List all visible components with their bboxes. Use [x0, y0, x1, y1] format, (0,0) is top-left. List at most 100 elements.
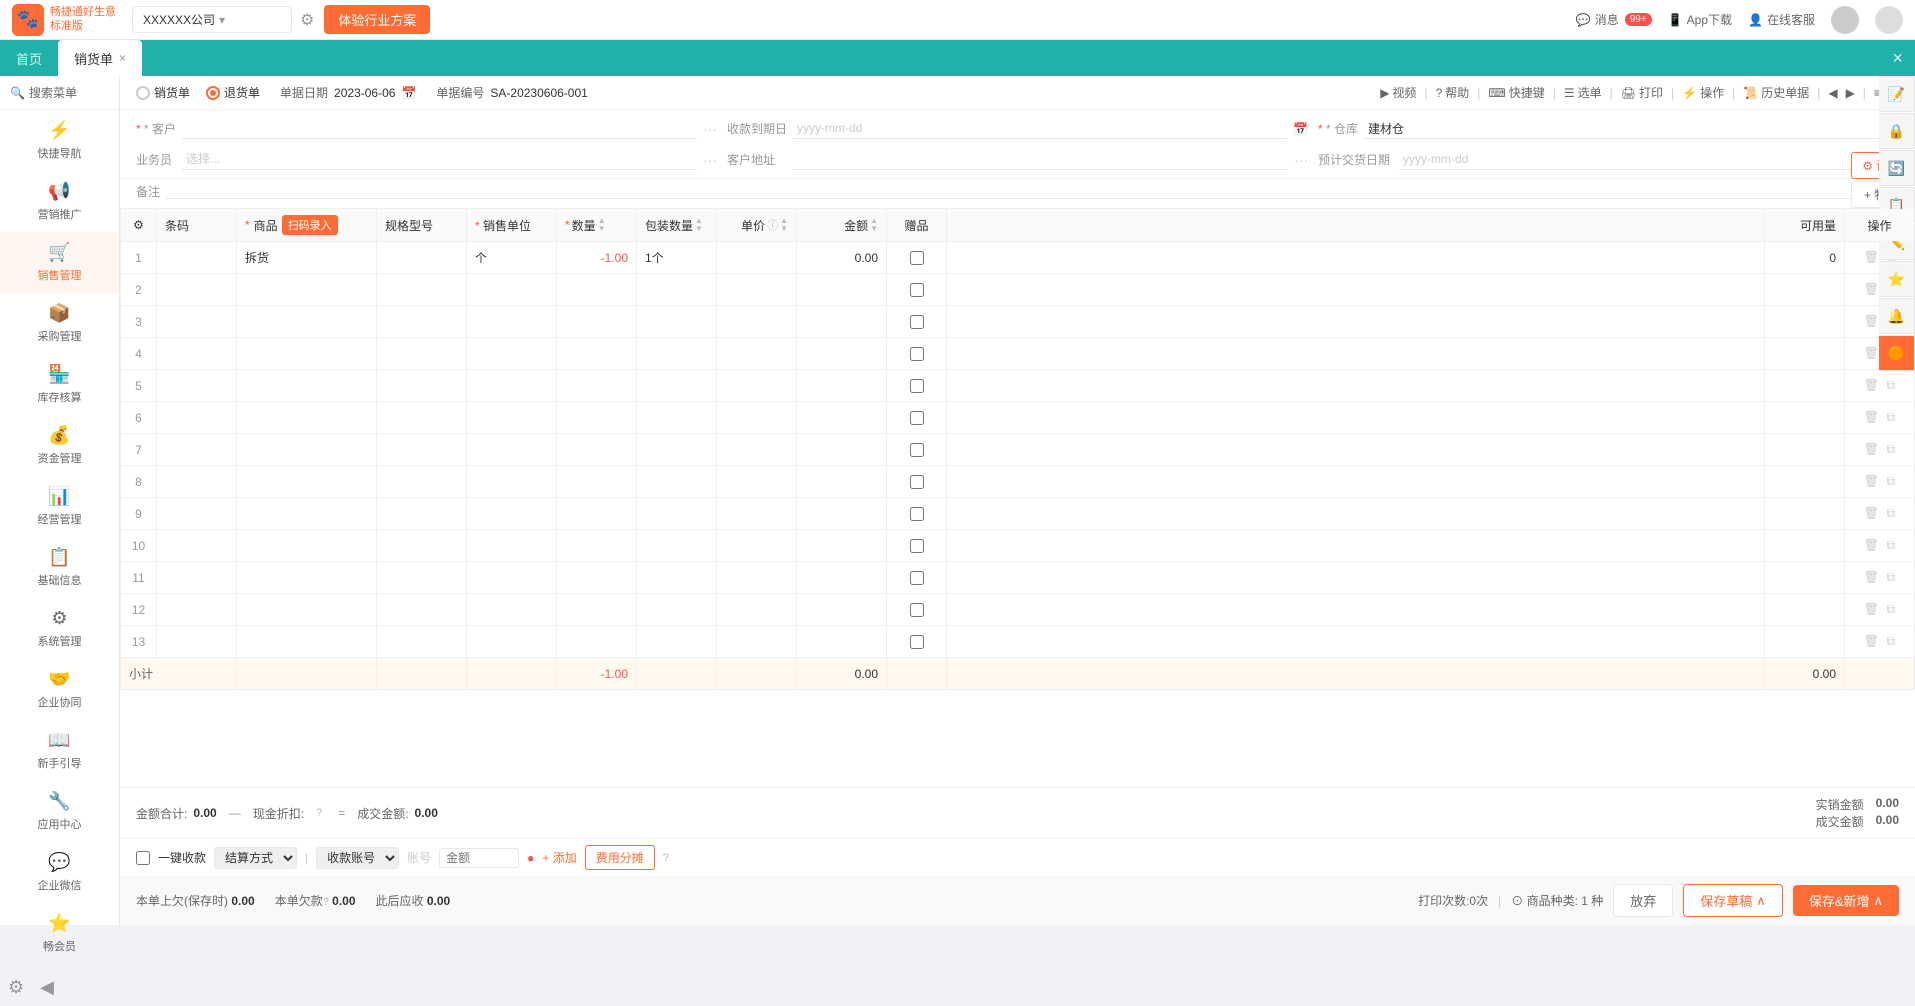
- sidebar-item-wechat[interactable]: 💬 企业微信: [0, 842, 119, 903]
- cell-gift-2[interactable]: [887, 306, 947, 338]
- cell-amount-11[interactable]: [797, 594, 887, 626]
- app-download-button[interactable]: 📱 App下载: [1668, 11, 1732, 28]
- salesman-more-button[interactable]: ···: [703, 152, 717, 168]
- sidebar-item-member[interactable]: ⭐ 畅会员: [0, 903, 119, 964]
- avatar[interactable]: [1831, 6, 1859, 34]
- cell-gift-8[interactable]: [887, 498, 947, 530]
- cell-unit-1[interactable]: [467, 274, 557, 306]
- price-help-icon[interactable]: ⓘ: [767, 217, 778, 233]
- cell-price-1[interactable]: [717, 274, 797, 306]
- cell-spec-3[interactable]: [377, 338, 467, 370]
- sidebar-item-app-center[interactable]: 🔧 应用中心: [0, 781, 119, 842]
- cell-amount-10[interactable]: [797, 562, 887, 594]
- cell-spec-5[interactable]: [377, 402, 467, 434]
- cell-spec-9[interactable]: [377, 530, 467, 562]
- cell-gift-6[interactable]: [887, 434, 947, 466]
- gift-checkbox-4[interactable]: [910, 379, 924, 393]
- payment-amount-input[interactable]: [439, 848, 519, 868]
- cell-pkgqty-9[interactable]: [637, 530, 717, 562]
- save-draft-button[interactable]: 保存草稿 ∧: [1683, 884, 1783, 917]
- recv-date-input[interactable]: [793, 118, 1287, 139]
- cell-qty-9[interactable]: [557, 530, 637, 562]
- cell-amount-4[interactable]: [797, 370, 887, 402]
- cell-barcode-3[interactable]: [157, 338, 237, 370]
- cell-price-12[interactable]: [717, 626, 797, 658]
- delete-icon-10[interactable]: 🗑: [1864, 570, 1879, 584]
- cell-price-9[interactable]: [717, 530, 797, 562]
- cell-unit-12[interactable]: [467, 626, 557, 658]
- gift-checkbox-5[interactable]: [910, 411, 924, 425]
- cell-goods-4[interactable]: [237, 370, 377, 402]
- recv-date-calendar-icon[interactable]: 📅: [1293, 122, 1308, 136]
- cell-barcode-2[interactable]: [157, 306, 237, 338]
- cell-qty-10[interactable]: [557, 562, 637, 594]
- trial-button[interactable]: 体验行业方案: [324, 5, 430, 34]
- cell-qty-1[interactable]: [557, 274, 637, 306]
- cell-price-10[interactable]: [717, 562, 797, 594]
- cell-goods-3[interactable]: [237, 338, 377, 370]
- cell-pkgqty-2[interactable]: [637, 306, 717, 338]
- copy-icon-10[interactable]: ⧉: [1887, 570, 1896, 584]
- sidebar-collapse-button[interactable]: ◀: [32, 969, 62, 1006]
- cell-goods-11[interactable]: [237, 594, 377, 626]
- sidebar-search[interactable]: 🔍 搜索菜单: [0, 76, 119, 110]
- cust-addr-more-button[interactable]: ···: [1294, 152, 1308, 168]
- cell-price-4[interactable]: [717, 370, 797, 402]
- goods-type-info[interactable]: ⊙ 商品种类: 1 种: [1511, 892, 1603, 909]
- cell-amount-3[interactable]: [797, 338, 887, 370]
- cell-gift-4[interactable]: [887, 370, 947, 402]
- cell-amount-12[interactable]: [797, 626, 887, 658]
- cell-barcode-4[interactable]: [157, 370, 237, 402]
- cell-unit-6[interactable]: [467, 434, 557, 466]
- cell-qty-7[interactable]: [557, 466, 637, 498]
- cell-gift-10[interactable]: [887, 562, 947, 594]
- sidebar-item-operations[interactable]: 📊 经营管理: [0, 476, 119, 537]
- delete-icon-2[interactable]: 🗑: [1864, 314, 1879, 328]
- cust-addr-input[interactable]: [793, 149, 1288, 170]
- copy-icon-8[interactable]: ⧉: [1887, 506, 1896, 520]
- cell-price-0[interactable]: [717, 242, 797, 274]
- tab-sales-order[interactable]: 销货单 ×: [58, 40, 142, 76]
- video-link[interactable]: ▶ 视频: [1380, 84, 1416, 101]
- discard-button[interactable]: 放弃: [1613, 884, 1673, 917]
- cell-unit-2[interactable]: [467, 306, 557, 338]
- sidebar-item-system[interactable]: ⚙ 系统管理: [0, 598, 119, 659]
- gift-checkbox-9[interactable]: [910, 539, 924, 553]
- cell-spec-12[interactable]: [377, 626, 467, 658]
- save-new-button[interactable]: 保存&新增 ∧: [1793, 885, 1899, 916]
- cell-spec-8[interactable]: [377, 498, 467, 530]
- one-click-pay-checkbox[interactable]: [136, 851, 150, 865]
- cell-amount-0[interactable]: 0.00: [797, 242, 887, 274]
- cell-pkgqty-8[interactable]: [637, 498, 717, 530]
- cell-amount-6[interactable]: [797, 434, 887, 466]
- delete-icon-12[interactable]: 🗑: [1864, 634, 1879, 648]
- cell-amount-1[interactable]: [797, 274, 887, 306]
- cell-barcode-6[interactable]: [157, 434, 237, 466]
- online-service-button[interactable]: 👤 在线客服: [1748, 11, 1815, 28]
- cell-gift-7[interactable]: [887, 466, 947, 498]
- shortcut-link[interactable]: ⌨ 快捷键: [1488, 84, 1544, 101]
- cell-price-3[interactable]: [717, 338, 797, 370]
- sidebar-item-quick-nav[interactable]: ⚡ 快捷导航: [0, 110, 119, 171]
- operate-link[interactable]: ⚡ 操作: [1682, 84, 1724, 101]
- cell-goods-8[interactable]: [237, 498, 377, 530]
- delete-icon-5[interactable]: 🗑: [1864, 410, 1879, 424]
- tab-close-icon[interactable]: ×: [119, 51, 126, 65]
- notes-input[interactable]: [166, 184, 1899, 199]
- copy-icon-7[interactable]: ⧉: [1887, 474, 1896, 488]
- cell-spec-6[interactable]: [377, 434, 467, 466]
- cell-pkgqty-4[interactable]: [637, 370, 717, 402]
- gift-checkbox-11[interactable]: [910, 603, 924, 617]
- cell-gift-9[interactable]: [887, 530, 947, 562]
- cell-qty-8[interactable]: [557, 498, 637, 530]
- payment-method-select[interactable]: 结算方式: [214, 847, 297, 869]
- print-link[interactable]: 🖨 打印: [1621, 84, 1663, 101]
- delete-icon-0[interactable]: 🗑: [1864, 250, 1879, 264]
- cell-qty-5[interactable]: [557, 402, 637, 434]
- nav-prev-icon[interactable]: ◀: [1828, 86, 1837, 100]
- radio-sales-order[interactable]: 销货单: [136, 84, 190, 101]
- col-header-settings[interactable]: ⚙: [121, 209, 157, 242]
- debt-help-icon[interactable]: ?: [323, 896, 329, 908]
- copy-icon-5[interactable]: ⧉: [1887, 410, 1896, 424]
- cell-amount-5[interactable]: [797, 402, 887, 434]
